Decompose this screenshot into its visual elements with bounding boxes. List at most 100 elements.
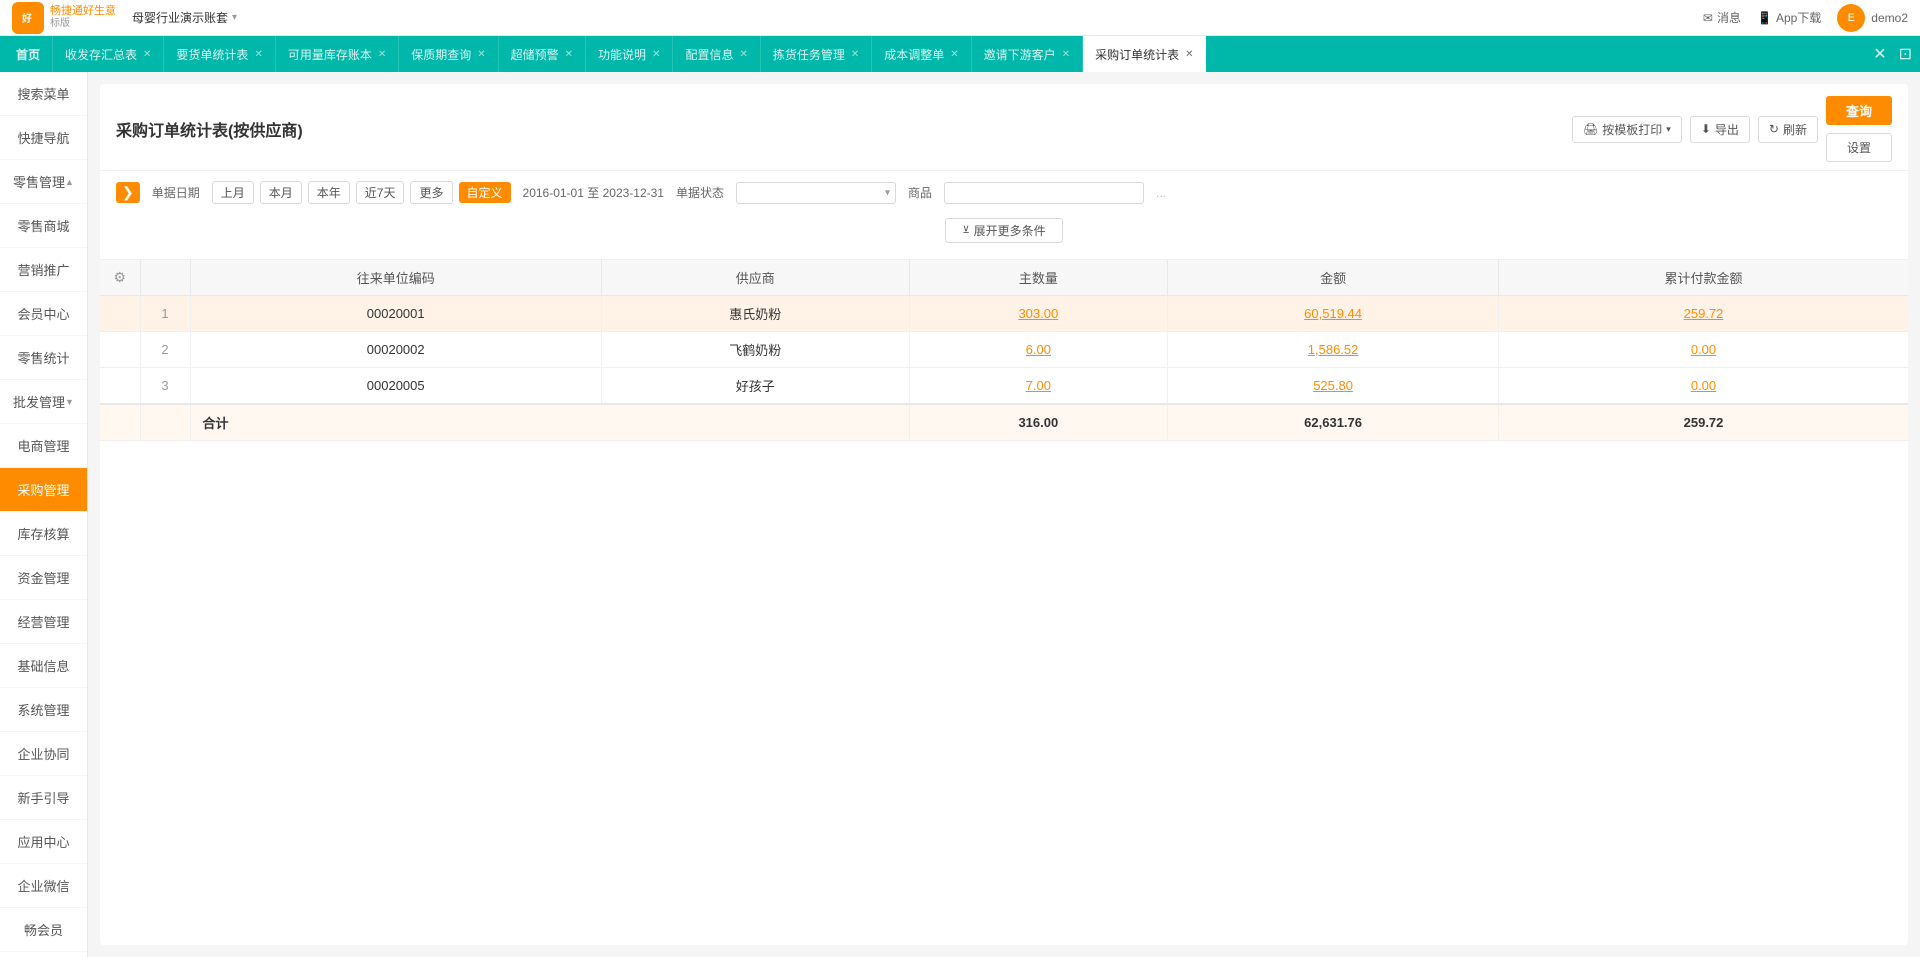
td-main-qty[interactable]: 6.00 <box>909 332 1168 368</box>
page-title: 采购订单统计表(按供应商) <box>116 117 303 141</box>
td-amount[interactable]: 60,519.44 <box>1168 296 1499 332</box>
sidebar-item-new-guide[interactable]: 新手引导 <box>0 776 87 820</box>
print-btn[interactable]: 🖨 按模板打印 ▾ <box>1572 116 1682 143</box>
maximize-tab-btn[interactable]: ⊡ <box>1895 44 1916 64</box>
date-last-month-btn[interactable]: 上月 <box>212 181 254 204</box>
close-icon[interactable]: ✕ <box>565 49 573 60</box>
table-row[interactable]: 2 00020002 飞鹤奶粉 6.00 1,586.52 0.00 <box>100 332 1908 368</box>
sidebar-item-shortcuts[interactable]: 快捷导航 <box>0 116 87 160</box>
sidebar-item-enterprise-wechat[interactable]: 企业微信 <box>0 864 87 908</box>
td-index: 3 <box>140 368 190 405</box>
tab-purchase-stats[interactable]: 采购订单统计表 ✕ <box>1083 36 1206 72</box>
settings-button[interactable]: 设置 <box>1826 133 1892 162</box>
table-row[interactable]: 1 00020001 惠氏奶粉 303.00 60,519.44 259.72 <box>100 296 1908 332</box>
close-icon[interactable]: ✕ <box>1185 49 1193 60</box>
app-logo: 好 畅捷通好生意 标版 <box>12 2 116 34</box>
td-index: 1 <box>140 296 190 332</box>
sidebar-item-retail-mall[interactable]: 零售商城 <box>0 204 87 248</box>
tab-function-desc[interactable]: 功能说明 ✕ <box>586 36 673 72</box>
sidebar-item-system[interactable]: 系统管理 <box>0 688 87 732</box>
sidebar-item-basic-info[interactable]: 基础信息 <box>0 644 87 688</box>
close-icon[interactable]: ✕ <box>851 49 859 60</box>
close-icon[interactable]: ✕ <box>1062 49 1070 60</box>
sidebar-item-purchase[interactable]: 采购管理 <box>0 468 87 512</box>
tab-config[interactable]: 配置信息 ✕ <box>673 36 760 72</box>
footer-amount: 62,631.76 <box>1168 404 1499 441</box>
sidebar-item-retail-stats[interactable]: 零售统计 <box>0 336 87 380</box>
sidebar-item-member-plus[interactable]: 畅会员 <box>0 908 87 952</box>
date-this-year-btn[interactable]: 本年 <box>308 181 350 204</box>
print-icon: 🖨 <box>1583 122 1598 136</box>
date-7days-btn[interactable]: 近7天 <box>356 181 405 204</box>
date-custom-label[interactable]: 自定义 <box>459 182 511 203</box>
tab-cost-adjust[interactable]: 成本调整单 ✕ <box>872 36 971 72</box>
close-icon[interactable]: ✕ <box>950 49 958 60</box>
td-main-qty[interactable]: 303.00 <box>909 296 1168 332</box>
goods-label: 商品 <box>908 184 932 201</box>
expand-conditions-btn[interactable]: ⊻ 展开更多条件 <box>945 218 1062 243</box>
sidebar-item-stock[interactable]: 库存核算 <box>0 512 87 556</box>
tab-overstock[interactable]: 超储预警 ✕ <box>499 36 586 72</box>
message-btn[interactable]: ✉ 消息 <box>1703 9 1741 26</box>
th-index <box>140 260 190 296</box>
td-paid-amount[interactable]: 259.72 <box>1499 296 1908 332</box>
workspace-selector[interactable]: 母婴行业演示账套 ▾ <box>132 9 1703 26</box>
svg-text:好: 好 <box>21 12 32 25</box>
tab-pick-task[interactable]: 拣货任务管理 ✕ <box>761 36 872 72</box>
tab-invite-downstream[interactable]: 邀请下游客户 ✕ <box>972 36 1083 72</box>
sidebar-item-finance[interactable]: 资金管理 <box>0 556 87 600</box>
tab-home[interactable]: 首页 <box>4 36 53 72</box>
more-dots[interactable]: ... <box>1156 186 1166 200</box>
th-settings[interactable]: ⚙ <box>100 260 140 296</box>
td-paid-amount[interactable]: 0.00 <box>1499 332 1908 368</box>
footer-label: 合计 <box>190 404 909 441</box>
td-unit-code[interactable]: 00020001 <box>190 296 601 332</box>
column-settings-icon[interactable]: ⚙ <box>113 269 126 285</box>
tab-available-stock[interactable]: 可用量库存账本 ✕ <box>276 36 399 72</box>
goods-input[interactable] <box>944 182 1144 204</box>
close-icon[interactable]: ✕ <box>477 49 485 60</box>
sidebar-item-enterprise[interactable]: 企业协同 <box>0 732 87 776</box>
th-main-qty: 主数量 <box>909 260 1168 296</box>
refresh-icon: ↻ <box>1769 122 1779 136</box>
date-more-btn[interactable]: 更多 <box>410 181 452 204</box>
sidebar-item-marketing[interactable]: 营销推广 <box>0 248 87 292</box>
sidebar-item-ecommerce[interactable]: 电商管理 <box>0 424 87 468</box>
sidebar-item-operation[interactable]: 经营管理 <box>0 600 87 644</box>
date-this-month-btn[interactable]: 本月 <box>260 181 302 204</box>
td-amount[interactable]: 1,586.52 <box>1168 332 1499 368</box>
search-button[interactable]: 查询 <box>1826 96 1892 125</box>
app-download-btn[interactable]: 📱 App下载 <box>1757 9 1821 26</box>
td-main-qty[interactable]: 7.00 <box>909 368 1168 405</box>
tab-receive-summary[interactable]: 收发存汇总表 ✕ <box>53 36 164 72</box>
logo-icon: 好 <box>12 2 44 34</box>
sidebar-item-wholesale[interactable]: 批发管理 ▼ <box>0 380 87 424</box>
data-table: ⚙ 往来单位编码 供应商 主数量 金额 累计付款金额 <box>100 260 1908 441</box>
td-supplier: 惠氏奶粉 <box>601 296 909 332</box>
td-settings <box>100 296 140 332</box>
close-icon[interactable]: ✕ <box>739 49 747 60</box>
user-menu[interactable]: E demo2 <box>1837 4 1908 32</box>
sidebar-item-member[interactable]: 会员中心 <box>0 292 87 336</box>
close-icon[interactable]: ✕ <box>652 49 660 60</box>
td-unit-code[interactable]: 00020005 <box>190 368 601 405</box>
close-icon[interactable]: ✕ <box>378 49 386 60</box>
tab-goods-stats[interactable]: 要货单统计表 ✕ <box>164 36 275 72</box>
sidebar-item-retail-mgmt[interactable]: 零售管理 ▲ <box>0 160 87 204</box>
td-paid-amount[interactable]: 0.00 <box>1499 368 1908 405</box>
tab-expiry[interactable]: 保质期查询 ✕ <box>399 36 498 72</box>
sidebar-item-app-center[interactable]: 应用中心 <box>0 820 87 864</box>
td-amount[interactable]: 525.80 <box>1168 368 1499 405</box>
close-icon[interactable]: ✕ <box>143 49 151 60</box>
close-tab-btn[interactable]: ✕ <box>1869 44 1890 64</box>
status-select[interactable] <box>736 182 896 204</box>
close-icon[interactable]: ✕ <box>254 49 262 60</box>
sidebar-item-search[interactable]: 搜索菜单 <box>0 72 87 116</box>
refresh-btn[interactable]: ↻ 刷新 <box>1758 116 1818 143</box>
filter-collapse-btn[interactable]: ❯ <box>116 182 140 203</box>
table-row[interactable]: 3 00020005 好孩子 7.00 525.80 0.00 <box>100 368 1908 405</box>
td-unit-code[interactable]: 00020002 <box>190 332 601 368</box>
export-btn[interactable]: ⬇ 导出 <box>1690 116 1750 143</box>
date-label: 单据日期 <box>152 184 200 201</box>
date-options: 上月 本月 本年 近7天 更多 自定义 <box>212 181 511 204</box>
